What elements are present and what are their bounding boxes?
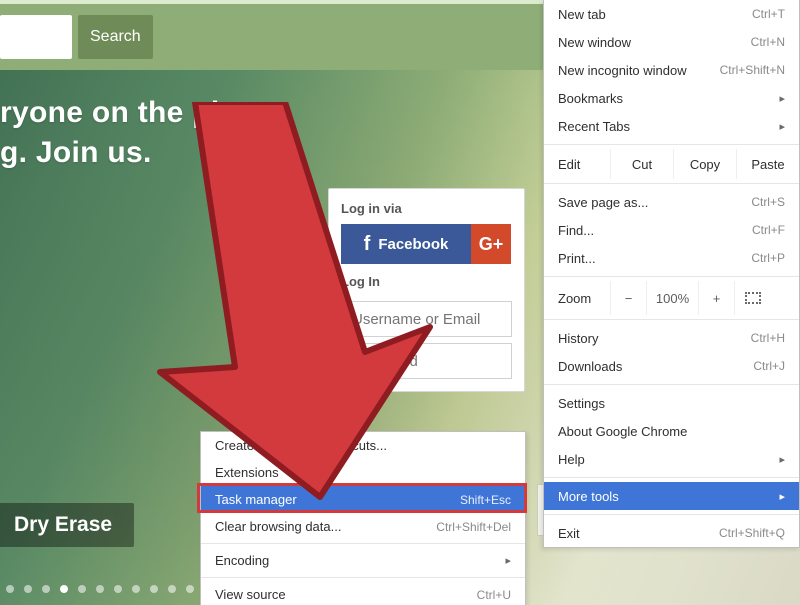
search-input[interactable] [0,15,72,59]
menu-about-chrome[interactable]: About Google Chrome [544,417,799,445]
submenu-create-app-shortcuts[interactable]: Create application shortcuts... [201,432,525,459]
search-button[interactable]: Search [78,15,153,59]
login-via-label: Log in via [341,201,512,216]
password-field[interactable] [341,343,512,379]
menu-downloads[interactable]: DownloadsCtrl+J [544,352,799,380]
hero-headline: ryone on the planet g. Join us. [0,96,282,170]
menu-new-tab[interactable]: New tabCtrl+T [544,0,799,28]
menu-new-window[interactable]: New windowCtrl+N [544,28,799,56]
menu-save-page-as[interactable]: Save page as...Ctrl+S [544,188,799,216]
facebook-login-button[interactable]: f Facebook [341,224,471,264]
zoom-in-button[interactable]: + [698,281,734,315]
fullscreen-button[interactable] [734,281,770,315]
google-plus-login-button[interactable]: G+ [471,224,511,264]
menu-copy[interactable]: Copy [673,149,736,179]
more-tools-submenu: Create application shortcuts... Extensio… [200,431,526,605]
zoom-percent: 100% [646,281,698,315]
menu-cut[interactable]: Cut [610,149,673,179]
google-plus-label: G+ [479,234,504,255]
hero-caption-chip: Dry Erase [0,503,134,547]
menu-print[interactable]: Print...Ctrl+P [544,244,799,272]
menu-edit-row: Edit Cut Copy Paste [544,149,799,179]
facebook-label: Facebook [378,236,448,253]
menu-new-incognito[interactable]: New incognito windowCtrl+Shift+N [544,56,799,84]
fullscreen-icon [745,292,761,304]
chrome-main-menu: New tabCtrl+T New windowCtrl+N New incog… [543,0,800,548]
submenu-view-source[interactable]: View sourceCtrl+U [201,581,525,605]
menu-help[interactable]: Help [544,445,799,473]
menu-settings[interactable]: Settings [544,389,799,417]
submenu-encoding[interactable]: Encoding [201,547,525,574]
login-card: Log in via f Facebook G+ Log In [328,188,525,392]
menu-history[interactable]: HistoryCtrl+H [544,324,799,352]
menu-zoom-row: Zoom − 100% + [544,281,799,315]
menu-edit-label: Edit [558,157,610,172]
menu-zoom-label: Zoom [558,291,610,306]
hero-line-1: ryone on the planet [0,96,282,130]
login-subtitle: Log In [341,274,512,289]
menu-bookmarks[interactable]: Bookmarks [544,84,799,112]
menu-exit[interactable]: ExitCtrl+Shift+Q [544,519,799,547]
zoom-out-button[interactable]: − [610,281,646,315]
submenu-task-manager[interactable]: Task managerShift+Esc [201,486,525,513]
menu-more-tools[interactable]: More tools [544,482,799,510]
facebook-icon: f [364,233,371,256]
menu-recent-tabs[interactable]: Recent Tabs [544,112,799,140]
submenu-extensions[interactable]: Extensions [201,459,525,486]
menu-paste[interactable]: Paste [736,149,799,179]
menu-find[interactable]: Find...Ctrl+F [544,216,799,244]
submenu-clear-browsing-data[interactable]: Clear browsing data...Ctrl+Shift+Del [201,513,525,540]
username-field[interactable] [341,301,512,337]
hero-line-2: g. Join us. [0,136,282,170]
